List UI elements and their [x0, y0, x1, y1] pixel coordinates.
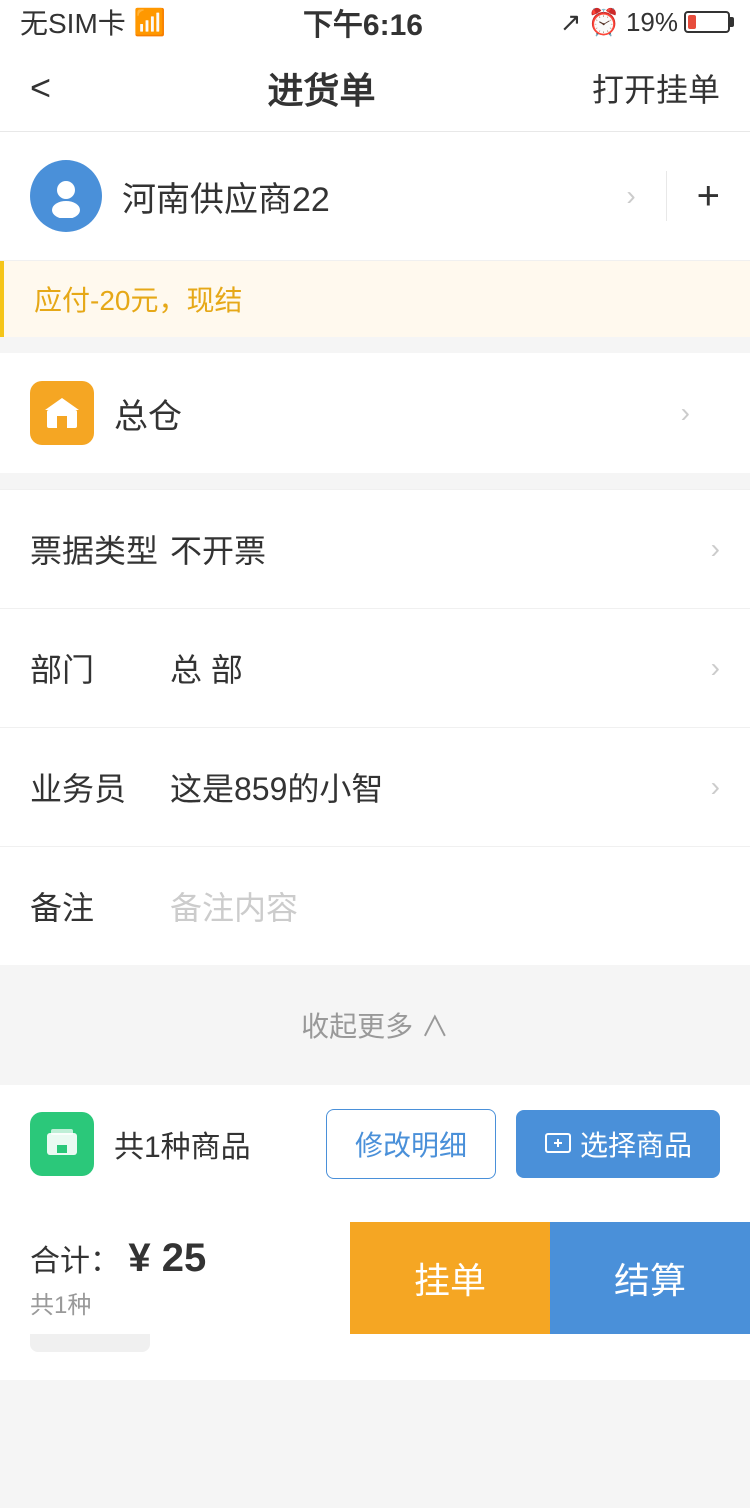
total-amount: ¥ 25: [128, 1236, 206, 1280]
products-icon: [30, 1112, 94, 1176]
supplier-chevron-icon: ›: [626, 180, 635, 212]
nav-bar: < 进货单 打开挂单: [0, 44, 750, 132]
note-row[interactable]: 备注 备注内容: [0, 846, 750, 965]
note-label: 备注: [30, 883, 170, 929]
department-value: 总 部: [170, 645, 711, 691]
ticket-type-value: 不开票: [170, 526, 711, 572]
bottom-spacer: [0, 1396, 750, 1508]
ticket-type-row[interactable]: 票据类型 不开票 ›: [0, 489, 750, 608]
department-chevron-icon: ›: [711, 652, 720, 684]
total-sub: 共1种: [30, 1285, 320, 1320]
divider: [666, 171, 667, 221]
back-button[interactable]: <: [30, 67, 51, 109]
collapse-button[interactable]: 收起更多 ∧: [0, 981, 750, 1069]
add-supplier-button[interactable]: +: [697, 174, 720, 219]
supplier-row[interactable]: 河南供应商22 › +: [0, 132, 750, 261]
battery-icon: [684, 11, 730, 33]
supplier-name: 河南供应商22: [122, 172, 626, 221]
warehouse-section: 总仓 ›: [0, 353, 750, 473]
warehouse-row[interactable]: 总仓 ›: [0, 353, 750, 473]
form-section: 票据类型 不开票 › 部门 总 部 › 业务员 这是859的小智 › 备注 备注…: [0, 489, 750, 965]
battery-label: 19%: [626, 7, 678, 38]
products-header: 共1种商品 修改明细 选择商品: [0, 1085, 750, 1203]
select-product-button[interactable]: 选择商品: [516, 1110, 720, 1178]
salesperson-value: 这是859的小智: [170, 764, 711, 810]
warehouse-icon-wrap: [30, 381, 94, 445]
open-pending-button[interactable]: 打开挂单: [592, 65, 720, 111]
select-product-label: 选择商品: [580, 1124, 692, 1164]
ticket-type-chevron-icon: ›: [711, 533, 720, 565]
status-left: 无SIM卡 📶: [20, 2, 166, 42]
department-label: 部门: [30, 645, 170, 691]
total-label: 合计：: [30, 1245, 120, 1278]
wifi-icon: 📶: [134, 7, 166, 38]
note-placeholder: 备注内容: [170, 883, 720, 929]
total-main: 合计： ¥ 25: [30, 1236, 320, 1281]
ticket-type-label: 票据类型: [30, 526, 170, 572]
total-section: 合计： ¥ 25 共1种: [0, 1222, 350, 1334]
status-bar: 无SIM卡 📶 下午6:16 ↗ ⏰ 19%: [0, 0, 750, 44]
info-banner: 应付-20元，现结: [0, 261, 750, 337]
checkout-button[interactable]: 结算: [550, 1222, 750, 1334]
supplier-section: 河南供应商22 › + 应付-20元，现结: [0, 132, 750, 337]
salesperson-label: 业务员: [30, 764, 170, 810]
warehouse-name: 总仓: [114, 389, 681, 438]
salesperson-chevron-icon: ›: [711, 771, 720, 803]
bottom-bar: 合计： ¥ 25 共1种 挂单 结算: [0, 1222, 750, 1334]
location-icon: ↗: [560, 7, 582, 38]
time-display: 下午6:16: [303, 0, 423, 44]
status-right: ↗ ⏰ 19%: [560, 7, 730, 38]
supplier-avatar: [30, 160, 102, 232]
alarm-icon: ⏰: [588, 7, 620, 38]
department-row[interactable]: 部门 总 部 ›: [0, 608, 750, 727]
pending-button[interactable]: 挂单: [350, 1222, 550, 1334]
salesperson-row[interactable]: 业务员 这是859的小智 ›: [0, 727, 750, 846]
edit-detail-button[interactable]: 修改明细: [326, 1109, 496, 1179]
carrier-label: 无SIM卡: [20, 2, 126, 42]
products-count: 共1种商品: [114, 1122, 306, 1166]
page-title: 进货单: [268, 62, 376, 114]
warehouse-chevron-icon: ›: [681, 397, 690, 429]
